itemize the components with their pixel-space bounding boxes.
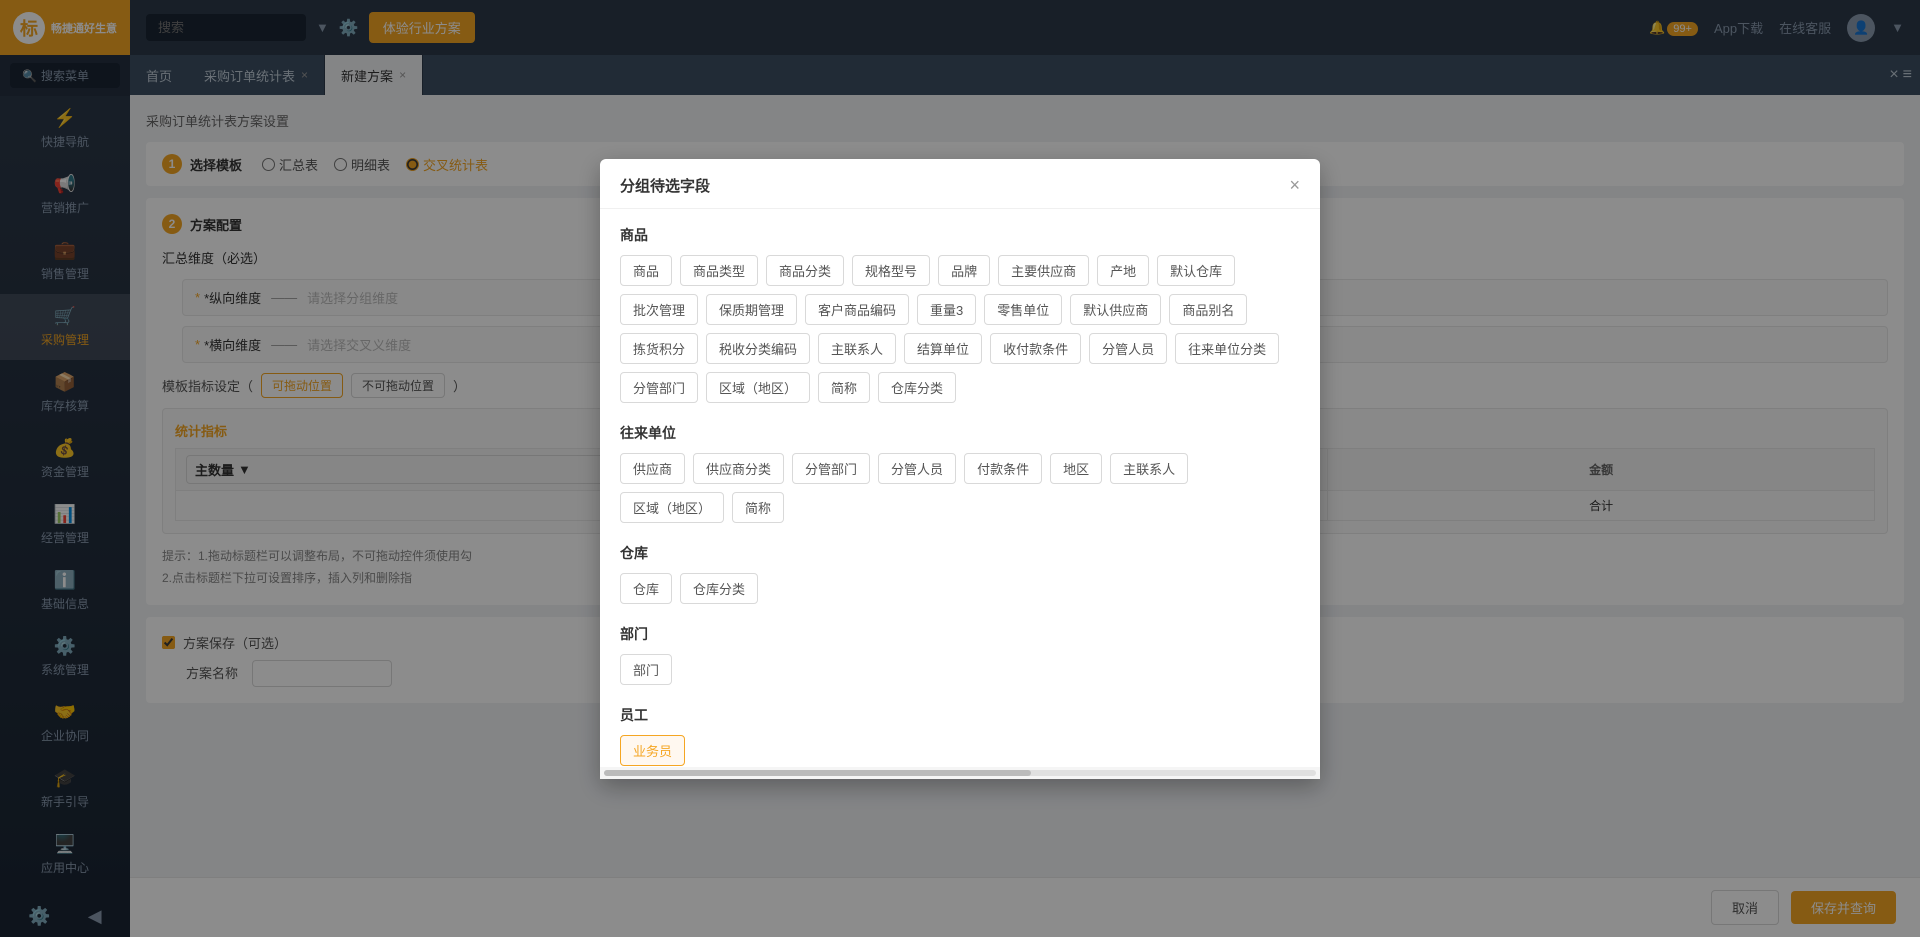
field-group-staff: 员工 业务员	[620, 705, 1300, 766]
field-tag[interactable]: 分管人员	[878, 453, 956, 484]
field-tag[interactable]: 默认供应商	[1070, 294, 1161, 325]
field-tag[interactable]: 付款条件	[964, 453, 1042, 484]
field-tag[interactable]: 分管部门	[620, 372, 698, 403]
field-tag[interactable]: 产地	[1097, 255, 1149, 286]
modal-body: 商品 商品 商品类型 商品分类 规格型号 品牌 主要供应商 产地 默认仓库 批次…	[600, 209, 1320, 767]
field-tag[interactable]: 主要供应商	[998, 255, 1089, 286]
field-tag[interactable]: 供应商分类	[693, 453, 784, 484]
field-tag[interactable]: 简称	[732, 492, 784, 523]
modal: 分组待选字段 × 商品 商品 商品类型 商品分类 规格型号 品牌 主要供应商 产…	[600, 159, 1320, 779]
modal-scroll-inner	[604, 770, 1316, 776]
field-group-goods: 商品 商品 商品类型 商品分类 规格型号 品牌 主要供应商 产地 默认仓库 批次…	[620, 225, 1300, 403]
field-tag[interactable]: 商品类型	[680, 255, 758, 286]
field-tag[interactable]: 商品	[620, 255, 672, 286]
field-tag[interactable]: 商品分类	[766, 255, 844, 286]
field-tag[interactable]: 客户商品编码	[805, 294, 909, 325]
field-group-dept-title: 部门	[620, 624, 1300, 644]
field-group-contacts-title: 往来单位	[620, 423, 1300, 443]
field-tags-dept: 部门	[620, 654, 1300, 685]
field-tag[interactable]: 规格型号	[852, 255, 930, 286]
field-group-dept: 部门 部门	[620, 624, 1300, 685]
field-tag[interactable]: 结算单位	[904, 333, 982, 364]
modal-overlay: 分组待选字段 × 商品 商品 商品类型 商品分类 规格型号 品牌 主要供应商 产…	[0, 0, 1920, 937]
field-group-contacts: 往来单位 供应商 供应商分类 分管部门 分管人员 付款条件 地区 主联系人 区域…	[620, 423, 1300, 523]
field-group-staff-title: 员工	[620, 705, 1300, 725]
field-tag[interactable]: 区域（地区）	[706, 372, 810, 403]
modal-scroll-thumb	[604, 770, 1031, 776]
field-tag[interactable]: 供应商	[620, 453, 685, 484]
field-tag[interactable]: 主联系人	[818, 333, 896, 364]
field-tags-warehouse: 仓库 仓库分类	[620, 573, 1300, 604]
field-tag[interactable]: 收付款条件	[990, 333, 1081, 364]
field-tag[interactable]: 部门	[620, 654, 672, 685]
field-tag[interactable]: 往来单位分类	[1175, 333, 1279, 364]
modal-close-button[interactable]: ×	[1289, 175, 1300, 196]
field-tag[interactable]: 税收分类编码	[706, 333, 810, 364]
field-group-warehouse-title: 仓库	[620, 543, 1300, 563]
field-tag[interactable]: 区域（地区）	[620, 492, 724, 523]
field-tags-staff: 业务员	[620, 735, 1300, 766]
field-tag[interactable]: 商品别名	[1169, 294, 1247, 325]
field-tag[interactable]: 简称	[818, 372, 870, 403]
field-tag[interactable]: 仓库分类	[878, 372, 956, 403]
field-tag[interactable]: 仓库分类	[680, 573, 758, 604]
field-tag[interactable]: 保质期管理	[706, 294, 797, 325]
field-tag[interactable]: 批次管理	[620, 294, 698, 325]
field-tag-staff[interactable]: 业务员	[620, 735, 685, 766]
field-tag[interactable]: 品牌	[938, 255, 990, 286]
field-tag[interactable]: 地区	[1050, 453, 1102, 484]
field-tag[interactable]: 零售单位	[984, 294, 1062, 325]
field-tag[interactable]: 仓库	[620, 573, 672, 604]
modal-horizontal-scrollbar[interactable]	[600, 767, 1320, 779]
field-tag[interactable]: 默认仓库	[1157, 255, 1235, 286]
field-group-warehouse: 仓库 仓库 仓库分类	[620, 543, 1300, 604]
field-tag[interactable]: 主联系人	[1110, 453, 1188, 484]
modal-title: 分组待选字段	[620, 175, 710, 196]
field-tags-contacts: 供应商 供应商分类 分管部门 分管人员 付款条件 地区 主联系人 区域（地区） …	[620, 453, 1300, 523]
field-tag[interactable]: 拣货积分	[620, 333, 698, 364]
field-group-goods-title: 商品	[620, 225, 1300, 245]
modal-header: 分组待选字段 ×	[600, 159, 1320, 209]
field-tag[interactable]: 分管部门	[792, 453, 870, 484]
field-tag[interactable]: 重量3	[917, 294, 976, 325]
field-tag[interactable]: 分管人员	[1089, 333, 1167, 364]
field-tags-goods: 商品 商品类型 商品分类 规格型号 品牌 主要供应商 产地 默认仓库 批次管理 …	[620, 255, 1300, 403]
